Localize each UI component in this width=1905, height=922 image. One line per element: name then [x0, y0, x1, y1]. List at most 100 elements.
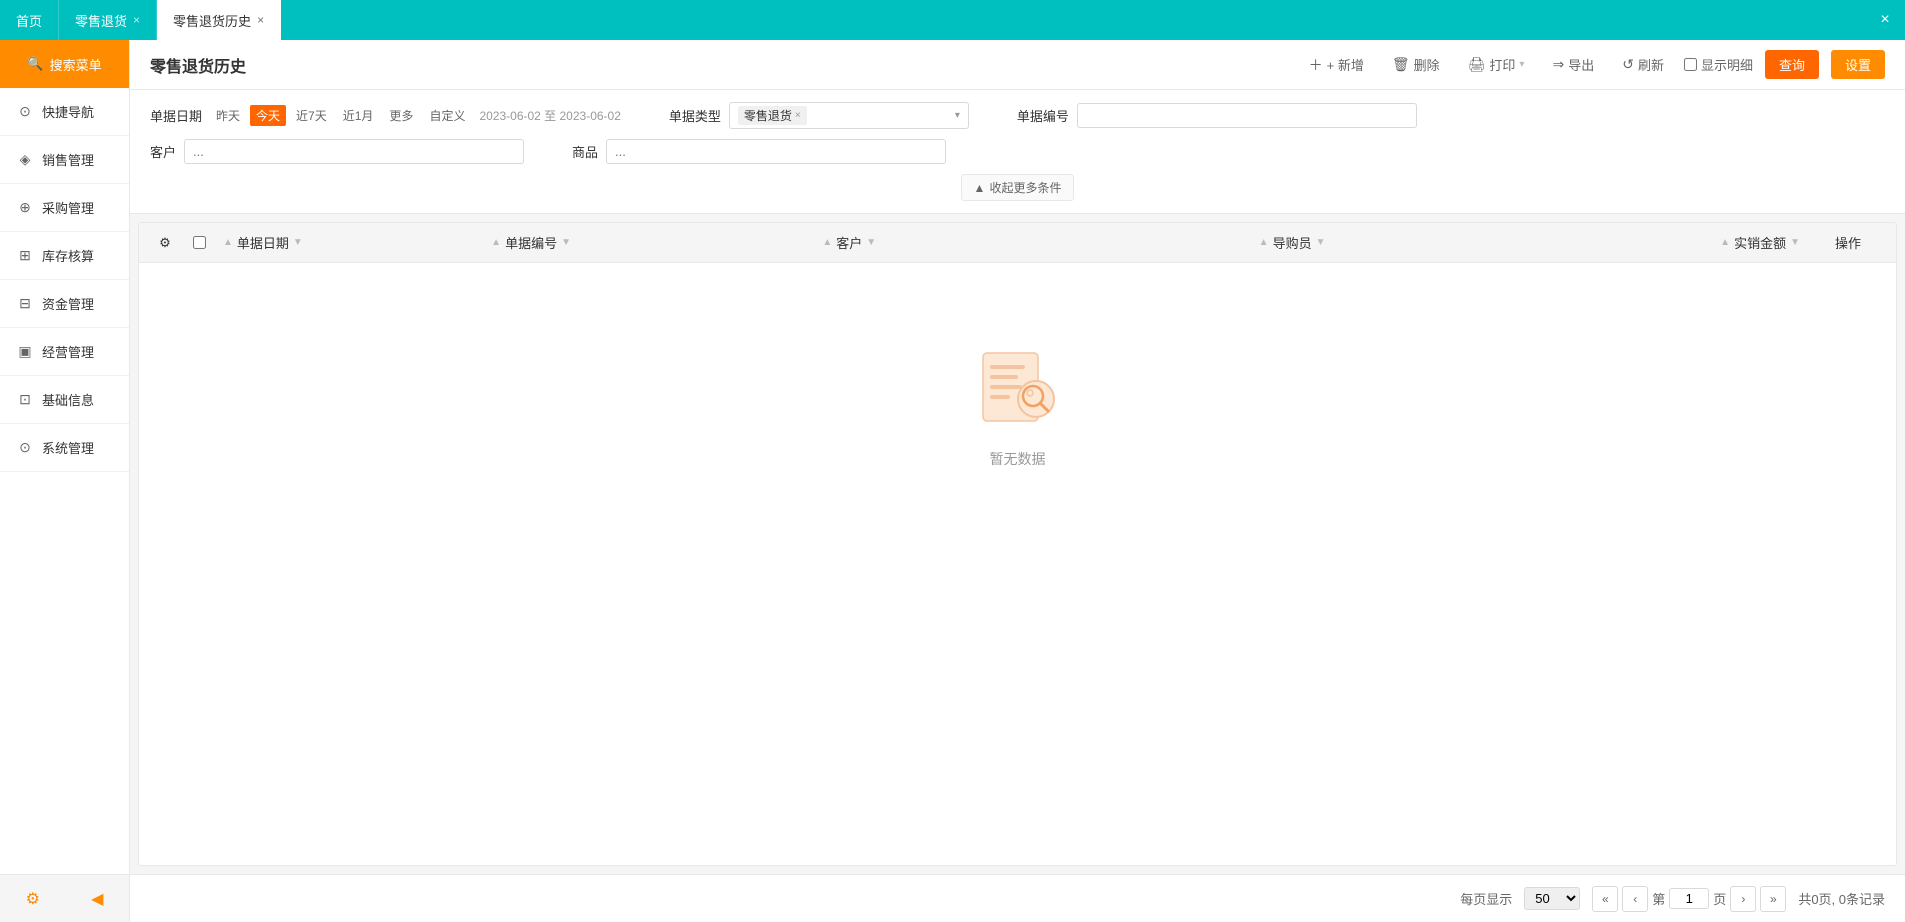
- collapse-label: 收起更多条件: [989, 179, 1061, 196]
- export-icon: ⇒: [1552, 56, 1564, 73]
- bill-no-filter: 单据编号: [1017, 103, 1417, 128]
- finance-icon: ⊟: [16, 295, 34, 313]
- refresh-button[interactable]: ↺ 刷新: [1614, 51, 1672, 78]
- tab-home-label: 首页: [16, 11, 42, 30]
- quick-nav-icon: ⊙: [16, 103, 34, 121]
- tab-home[interactable]: 首页: [0, 0, 59, 40]
- setting-label: 设置: [1845, 58, 1871, 73]
- sidebar-item-purchase[interactable]: ⊕ 采购管理: [0, 184, 129, 232]
- th-checkbox[interactable]: [183, 236, 215, 249]
- bill-type-filter: 单据类型 零售退货 × ▾: [669, 102, 969, 129]
- settings-col-icon[interactable]: ⚙: [159, 235, 171, 251]
- date-btn-7days[interactable]: 近7天: [290, 105, 333, 126]
- page-prev-button[interactable]: ‹: [1622, 886, 1648, 912]
- th-action: 操作: [1808, 233, 1888, 252]
- bill-type-tag: 零售退货 ×: [738, 106, 807, 125]
- bill-type-remove-icon[interactable]: ×: [795, 110, 801, 121]
- th-guide: ▲ 导购员 ▼: [1251, 233, 1582, 252]
- sort-icon-amount-up[interactable]: ▲: [1720, 237, 1730, 248]
- settings-bottom-icon[interactable]: ⚙: [26, 889, 40, 909]
- print-button[interactable]: 🖨 打印 ▾: [1460, 51, 1533, 78]
- th-settings[interactable]: ⚙: [147, 235, 183, 251]
- customer-input[interactable]: [184, 139, 524, 164]
- sidebar-item-inventory-label: 库存核算: [42, 246, 94, 265]
- collapse-sidebar-icon[interactable]: ◀: [91, 889, 103, 909]
- sidebar-item-sales-label: 销售管理: [42, 150, 94, 169]
- sidebar-item-operations[interactable]: ▣ 经营管理: [0, 328, 129, 376]
- filter-row-1: 单据日期 昨天 今天 近7天 近1月 更多 自定义 2023-06-02 至 2…: [150, 102, 1885, 129]
- sidebar-item-quick-nav-label: 快捷导航: [42, 102, 94, 121]
- new-button[interactable]: ＋ + 新增: [1301, 51, 1372, 79]
- sidebar-item-purchase-label: 采购管理: [42, 198, 94, 217]
- date-btn-today[interactable]: 今天: [250, 105, 286, 126]
- page-last-button[interactable]: »: [1760, 886, 1786, 912]
- sidebar-search[interactable]: 🔍 搜索菜单: [0, 40, 129, 88]
- goods-input[interactable]: [606, 139, 946, 164]
- inventory-icon: ⊞: [16, 247, 34, 265]
- sidebar-item-sales[interactable]: ◈ 销售管理: [0, 136, 129, 184]
- goods-filter: 商品: [572, 139, 946, 164]
- bill-no-input[interactable]: [1077, 103, 1417, 128]
- basic-icon: ⊡: [16, 391, 34, 409]
- bill-type-tag-value: 零售退货: [744, 107, 792, 124]
- date-filter-label: 单据日期: [150, 106, 202, 125]
- sidebar-item-finance[interactable]: ⊟ 资金管理: [0, 280, 129, 328]
- tab-retail-return-close[interactable]: ×: [133, 13, 140, 27]
- sort-icon-bill-no-up[interactable]: ▲: [491, 237, 501, 248]
- delete-label: 删除: [1414, 55, 1440, 74]
- sort-icon-customer-up[interactable]: ▲: [822, 237, 832, 248]
- tab-retail-return-history-label: 零售退货历史: [173, 11, 251, 30]
- page-size-label: 每页显示: [1460, 889, 1512, 908]
- sort-icon-date-down[interactable]: ▼: [293, 237, 303, 248]
- sidebar-item-finance-label: 资金管理: [42, 294, 94, 313]
- show-detail-input[interactable]: [1684, 58, 1697, 71]
- sidebar-item-quick-nav[interactable]: ⊙ 快捷导航: [0, 88, 129, 136]
- page-input[interactable]: [1669, 888, 1709, 909]
- tab-retail-return[interactable]: 零售退货 ×: [59, 0, 157, 40]
- bill-no-label: 单据编号: [1017, 106, 1069, 125]
- th-guide-label: 导购员: [1273, 233, 1312, 252]
- sort-icon-date-up[interactable]: ▲: [223, 237, 233, 248]
- page-first-button[interactable]: «: [1592, 886, 1618, 912]
- print-icon: 🖨: [1468, 56, 1486, 73]
- query-button[interactable]: 查询: [1765, 50, 1819, 79]
- collapse-filter-button[interactable]: ▲ 收起更多条件: [961, 174, 1075, 201]
- delete-button[interactable]: 🗑 删除: [1384, 51, 1448, 78]
- date-btn-more[interactable]: 更多: [383, 105, 419, 126]
- th-amount: ▲ 实销金额 ▼: [1582, 233, 1808, 252]
- show-detail-checkbox[interactable]: 显示明细: [1684, 55, 1753, 74]
- goods-filter-label: 商品: [572, 142, 598, 161]
- filter-area: 单据日期 昨天 今天 近7天 近1月 更多 自定义 2023-06-02 至 2…: [130, 90, 1905, 214]
- select-all-checkbox[interactable]: [193, 236, 206, 249]
- sort-icon-amount-down[interactable]: ▼: [1790, 237, 1800, 248]
- print-label: 打印: [1489, 55, 1515, 74]
- collapse-icon: ▲: [974, 181, 986, 195]
- page-size-select[interactable]: 50 10 20 100: [1524, 887, 1580, 910]
- setting-button[interactable]: 设置: [1831, 50, 1885, 79]
- sort-icon-bill-no-down[interactable]: ▼: [561, 237, 571, 248]
- sort-icon-guide-down[interactable]: ▼: [1316, 237, 1326, 248]
- date-btn-custom[interactable]: 自定义: [423, 105, 471, 126]
- bill-type-select[interactable]: 零售退货 × ▾: [729, 102, 969, 129]
- page-suffix: 页: [1713, 889, 1726, 908]
- page-next-button[interactable]: ›: [1730, 886, 1756, 912]
- sidebar-item-inventory[interactable]: ⊞ 库存核算: [0, 232, 129, 280]
- query-label: 查询: [1779, 58, 1805, 73]
- window-close-button[interactable]: ×: [1865, 0, 1905, 40]
- date-btn-1month[interactable]: 近1月: [337, 105, 380, 126]
- sort-icon-guide-up[interactable]: ▲: [1259, 237, 1269, 248]
- sidebar-item-system[interactable]: ⊙ 系统管理: [0, 424, 129, 472]
- tab-retail-return-history[interactable]: 零售退货历史 ×: [157, 0, 281, 40]
- date-btn-yesterday[interactable]: 昨天: [210, 105, 246, 126]
- sort-icon-customer-down[interactable]: ▼: [866, 237, 876, 248]
- sales-icon: ◈: [16, 151, 34, 169]
- export-button[interactable]: ⇒ 导出: [1544, 51, 1602, 78]
- date-range-value: 2023-06-02 至 2023-06-02: [479, 107, 620, 124]
- sidebar-item-basic[interactable]: ⊡ 基础信息: [0, 376, 129, 424]
- sidebar-bottom: ⚙ ◀: [0, 874, 129, 922]
- table-footer: 每页显示 50 10 20 100 « ‹ 第 页 › » 共0页, 0条记录: [130, 874, 1905, 922]
- export-label: 导出: [1568, 55, 1594, 74]
- sidebar: 🔍 搜索菜单 ⊙ 快捷导航 ◈ 销售管理 ⊕ 采购管理 ⊞ 库存核算 ⊟ 资金管…: [0, 40, 130, 922]
- date-filter: 单据日期 昨天 今天 近7天 近1月 更多 自定义 2023-06-02 至 2…: [150, 105, 621, 126]
- tab-retail-return-history-close[interactable]: ×: [257, 13, 264, 27]
